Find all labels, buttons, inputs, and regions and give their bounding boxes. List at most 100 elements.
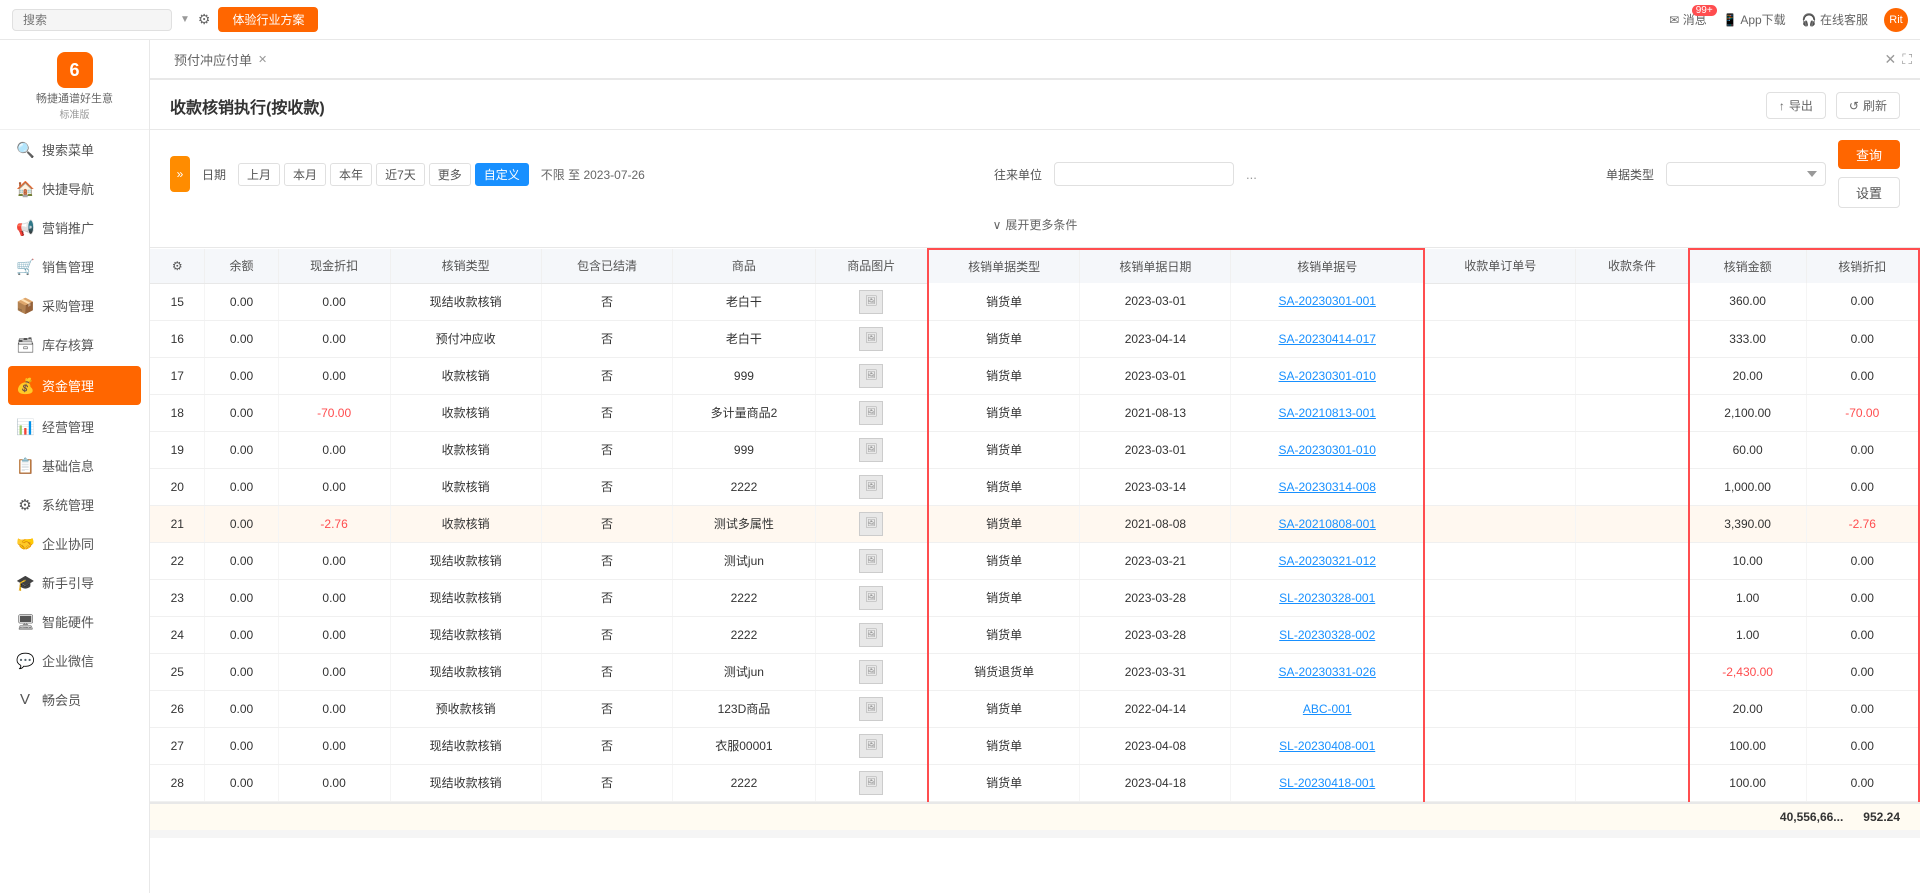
product-image: 🖼 <box>859 660 883 684</box>
enterprise-icon: 🤝 <box>16 535 34 553</box>
cell-cancel-discount: 0.00 <box>1806 616 1919 653</box>
logo-area: 6 畅捷通谱好生意 标准版 <box>0 40 149 130</box>
cell-no: 18 <box>150 394 205 431</box>
cell-cancel-discount: 0.00 <box>1806 431 1919 468</box>
cell-bill-no: SA-20230414-017 <box>1231 320 1424 357</box>
filter-expand-button[interactable]: » <box>170 156 190 192</box>
expand-window-icon[interactable]: ⛶ <box>1902 51 1912 68</box>
sidebar-item-wechat[interactable]: 💬企业微信 <box>0 641 149 680</box>
product-image: 🖼 <box>859 697 883 721</box>
bill-no-link[interactable]: SA-20230331-026 <box>1279 665 1376 679</box>
sidebar-item-system[interactable]: ⚙系统管理 <box>0 485 149 524</box>
cell-product: 衣服00001 <box>673 727 815 764</box>
product-image: 🖼 <box>859 586 883 610</box>
query-button[interactable]: 查询 <box>1838 140 1900 169</box>
sidebar-item-purchase[interactable]: 📦采购管理 <box>0 286 149 325</box>
sidebar-item-finance[interactable]: 💰资金管理 <box>8 366 141 405</box>
cell-include-settled: 否 <box>541 357 673 394</box>
top-bar-left: ▼ ⚙ 体验行业方案 <box>12 7 1659 32</box>
sidebar-item-inventory[interactable]: 🗃库存核算 <box>0 325 149 364</box>
cell-bill-no: SA-20210808-001 <box>1231 505 1424 542</box>
cell-no: 22 <box>150 542 205 579</box>
table-row: 22 0.00 0.00 现结收款核销 否 测试jun 🖼 销货单 2023-0… <box>150 542 1919 579</box>
from-unit-input[interactable] <box>1054 162 1234 186</box>
cell-bill-type: 销货单 <box>928 505 1080 542</box>
sidebar-item-base[interactable]: 📋基础信息 <box>0 446 149 485</box>
bill-no-link[interactable]: SA-20230301-001 <box>1279 294 1376 308</box>
bill-no-link[interactable]: SA-20230321-012 <box>1279 554 1376 568</box>
top-bar: ▼ ⚙ 体验行业方案 ✉ 消息 99+ 📱 App下载 🎧 在线客服 Rit <box>0 0 1920 40</box>
bill-no-link[interactable]: SA-20210808-001 <box>1279 517 1376 531</box>
message-badge[interactable]: ✉ 消息 99+ <box>1669 11 1706 28</box>
sidebar-item-quick[interactable]: 🏠快捷导航 <box>0 169 149 208</box>
sidebar-item-marketing[interactable]: 📢营销推广 <box>0 208 149 247</box>
sidebar-item-operation[interactable]: 📊经营管理 <box>0 407 149 446</box>
sidebar-item-hardware[interactable]: 🖥智能硬件 <box>0 602 149 641</box>
purchase-icon: 📦 <box>16 297 34 315</box>
trial-button[interactable]: 体验行业方案 <box>218 7 318 32</box>
gear-icon[interactable]: ⚙ <box>198 11 211 28</box>
tab-prepay[interactable]: 预付冲应付单✕ <box>158 40 283 80</box>
bill-no-link[interactable]: SL-20230418-001 <box>1279 776 1375 790</box>
app-download-link[interactable]: 📱 App下载 <box>1723 11 1786 28</box>
cell-bill-date: 2023-03-01 <box>1080 357 1231 394</box>
last-7days-btn[interactable]: 近7天 <box>376 163 425 186</box>
setting-button[interactable]: 设置 <box>1838 177 1900 208</box>
sidebar-item-sales[interactable]: 🛒销售管理 <box>0 247 149 286</box>
cell-cash-discount: 0.00 <box>278 283 390 320</box>
cell-no: 27 <box>150 727 205 764</box>
bill-no-link[interactable]: SA-20230414-017 <box>1279 332 1376 346</box>
this-month-btn[interactable]: 本月 <box>284 163 326 186</box>
cell-cancel-type: 现结收款核销 <box>390 653 541 690</box>
cell-bill-type: 销货单 <box>928 542 1080 579</box>
cell-receipt-condition <box>1576 357 1689 394</box>
more-conditions-dots[interactable]: ... <box>1246 167 1257 182</box>
search-dropdown-arrow[interactable]: ▼ <box>180 14 190 25</box>
cell-bill-type: 销货单 <box>928 764 1080 801</box>
cell-bill-no: SA-20230321-012 <box>1231 542 1424 579</box>
bill-no-link[interactable]: SL-20230408-001 <box>1279 739 1375 753</box>
close-window-icon[interactable]: ✕ <box>1884 51 1896 68</box>
sidebar-item-search[interactable]: 🔍搜索菜单 <box>0 130 149 169</box>
sidebar-item-vip[interactable]: V畅会员 <box>0 680 149 719</box>
bill-no-link[interactable]: SA-20210813-001 <box>1279 406 1376 420</box>
table-row: 25 0.00 0.00 现结收款核销 否 测试jun 🖼 销货退货单 2023… <box>150 653 1919 690</box>
cell-include-settled: 否 <box>541 505 673 542</box>
expand-more-conditions[interactable]: ∨ 展开更多条件 <box>170 212 1900 237</box>
bill-no-link[interactable]: SA-20230301-010 <box>1279 369 1376 383</box>
sidebar-item-guide[interactable]: 🎓新手引导 <box>0 563 149 602</box>
last-month-btn[interactable]: 上月 <box>238 163 280 186</box>
bill-no-link[interactable]: SL-20230328-001 <box>1279 591 1375 605</box>
cell-receipt-order-no <box>1424 653 1576 690</box>
refresh-button[interactable]: ↺ 刷新 <box>1836 92 1900 119</box>
online-service-link[interactable]: 🎧 在线客服 <box>1802 11 1868 28</box>
custom-date-btn[interactable]: 自定义 <box>475 163 529 186</box>
cell-bill-type: 销货单 <box>928 616 1080 653</box>
cell-receipt-order-no <box>1424 283 1576 320</box>
bill-type-select[interactable] <box>1666 162 1826 186</box>
sidebar-item-enterprise[interactable]: 🤝企业协同 <box>0 524 149 563</box>
date-range-display: 不限 至 2023-07-26 <box>541 166 645 183</box>
more-date-btn[interactable]: 更多 <box>429 163 471 186</box>
col-settings-header[interactable]: ⚙ <box>150 249 205 283</box>
bill-no-link[interactable]: SA-20230314-008 <box>1279 480 1376 494</box>
cell-receipt-order-no <box>1424 505 1576 542</box>
export-button[interactable]: ↑ 导出 <box>1766 92 1826 119</box>
product-image: 🖼 <box>859 771 883 795</box>
cell-bill-no: SA-20230301-010 <box>1231 431 1424 468</box>
bill-no-link[interactable]: SL-20230328-002 <box>1279 628 1375 642</box>
cell-balance: 0.00 <box>205 727 278 764</box>
export-icon: ↑ <box>1779 99 1785 113</box>
sidebar-item-label: 企业微信 <box>42 651 94 670</box>
cell-bill-no: SL-20230408-001 <box>1231 727 1424 764</box>
cell-cancel-amount: 1.00 <box>1689 579 1806 616</box>
search-input[interactable] <box>12 9 172 31</box>
sidebar-item-label: 智能硬件 <box>42 612 94 631</box>
user-avatar[interactable]: Rit <box>1884 8 1908 32</box>
tab-close-prepay[interactable]: ✕ <box>258 53 267 66</box>
bill-no-link[interactable]: SA-20230301-010 <box>1279 443 1376 457</box>
bill-no-link[interactable]: ABC-001 <box>1303 702 1352 716</box>
app-download-label: App下载 <box>1740 13 1785 27</box>
this-year-btn[interactable]: 本年 <box>330 163 372 186</box>
filter-row: » 日期 上月 本月 本年 近7天 更多 自定义 不限 至 2023-07-26 <box>170 140 1900 208</box>
